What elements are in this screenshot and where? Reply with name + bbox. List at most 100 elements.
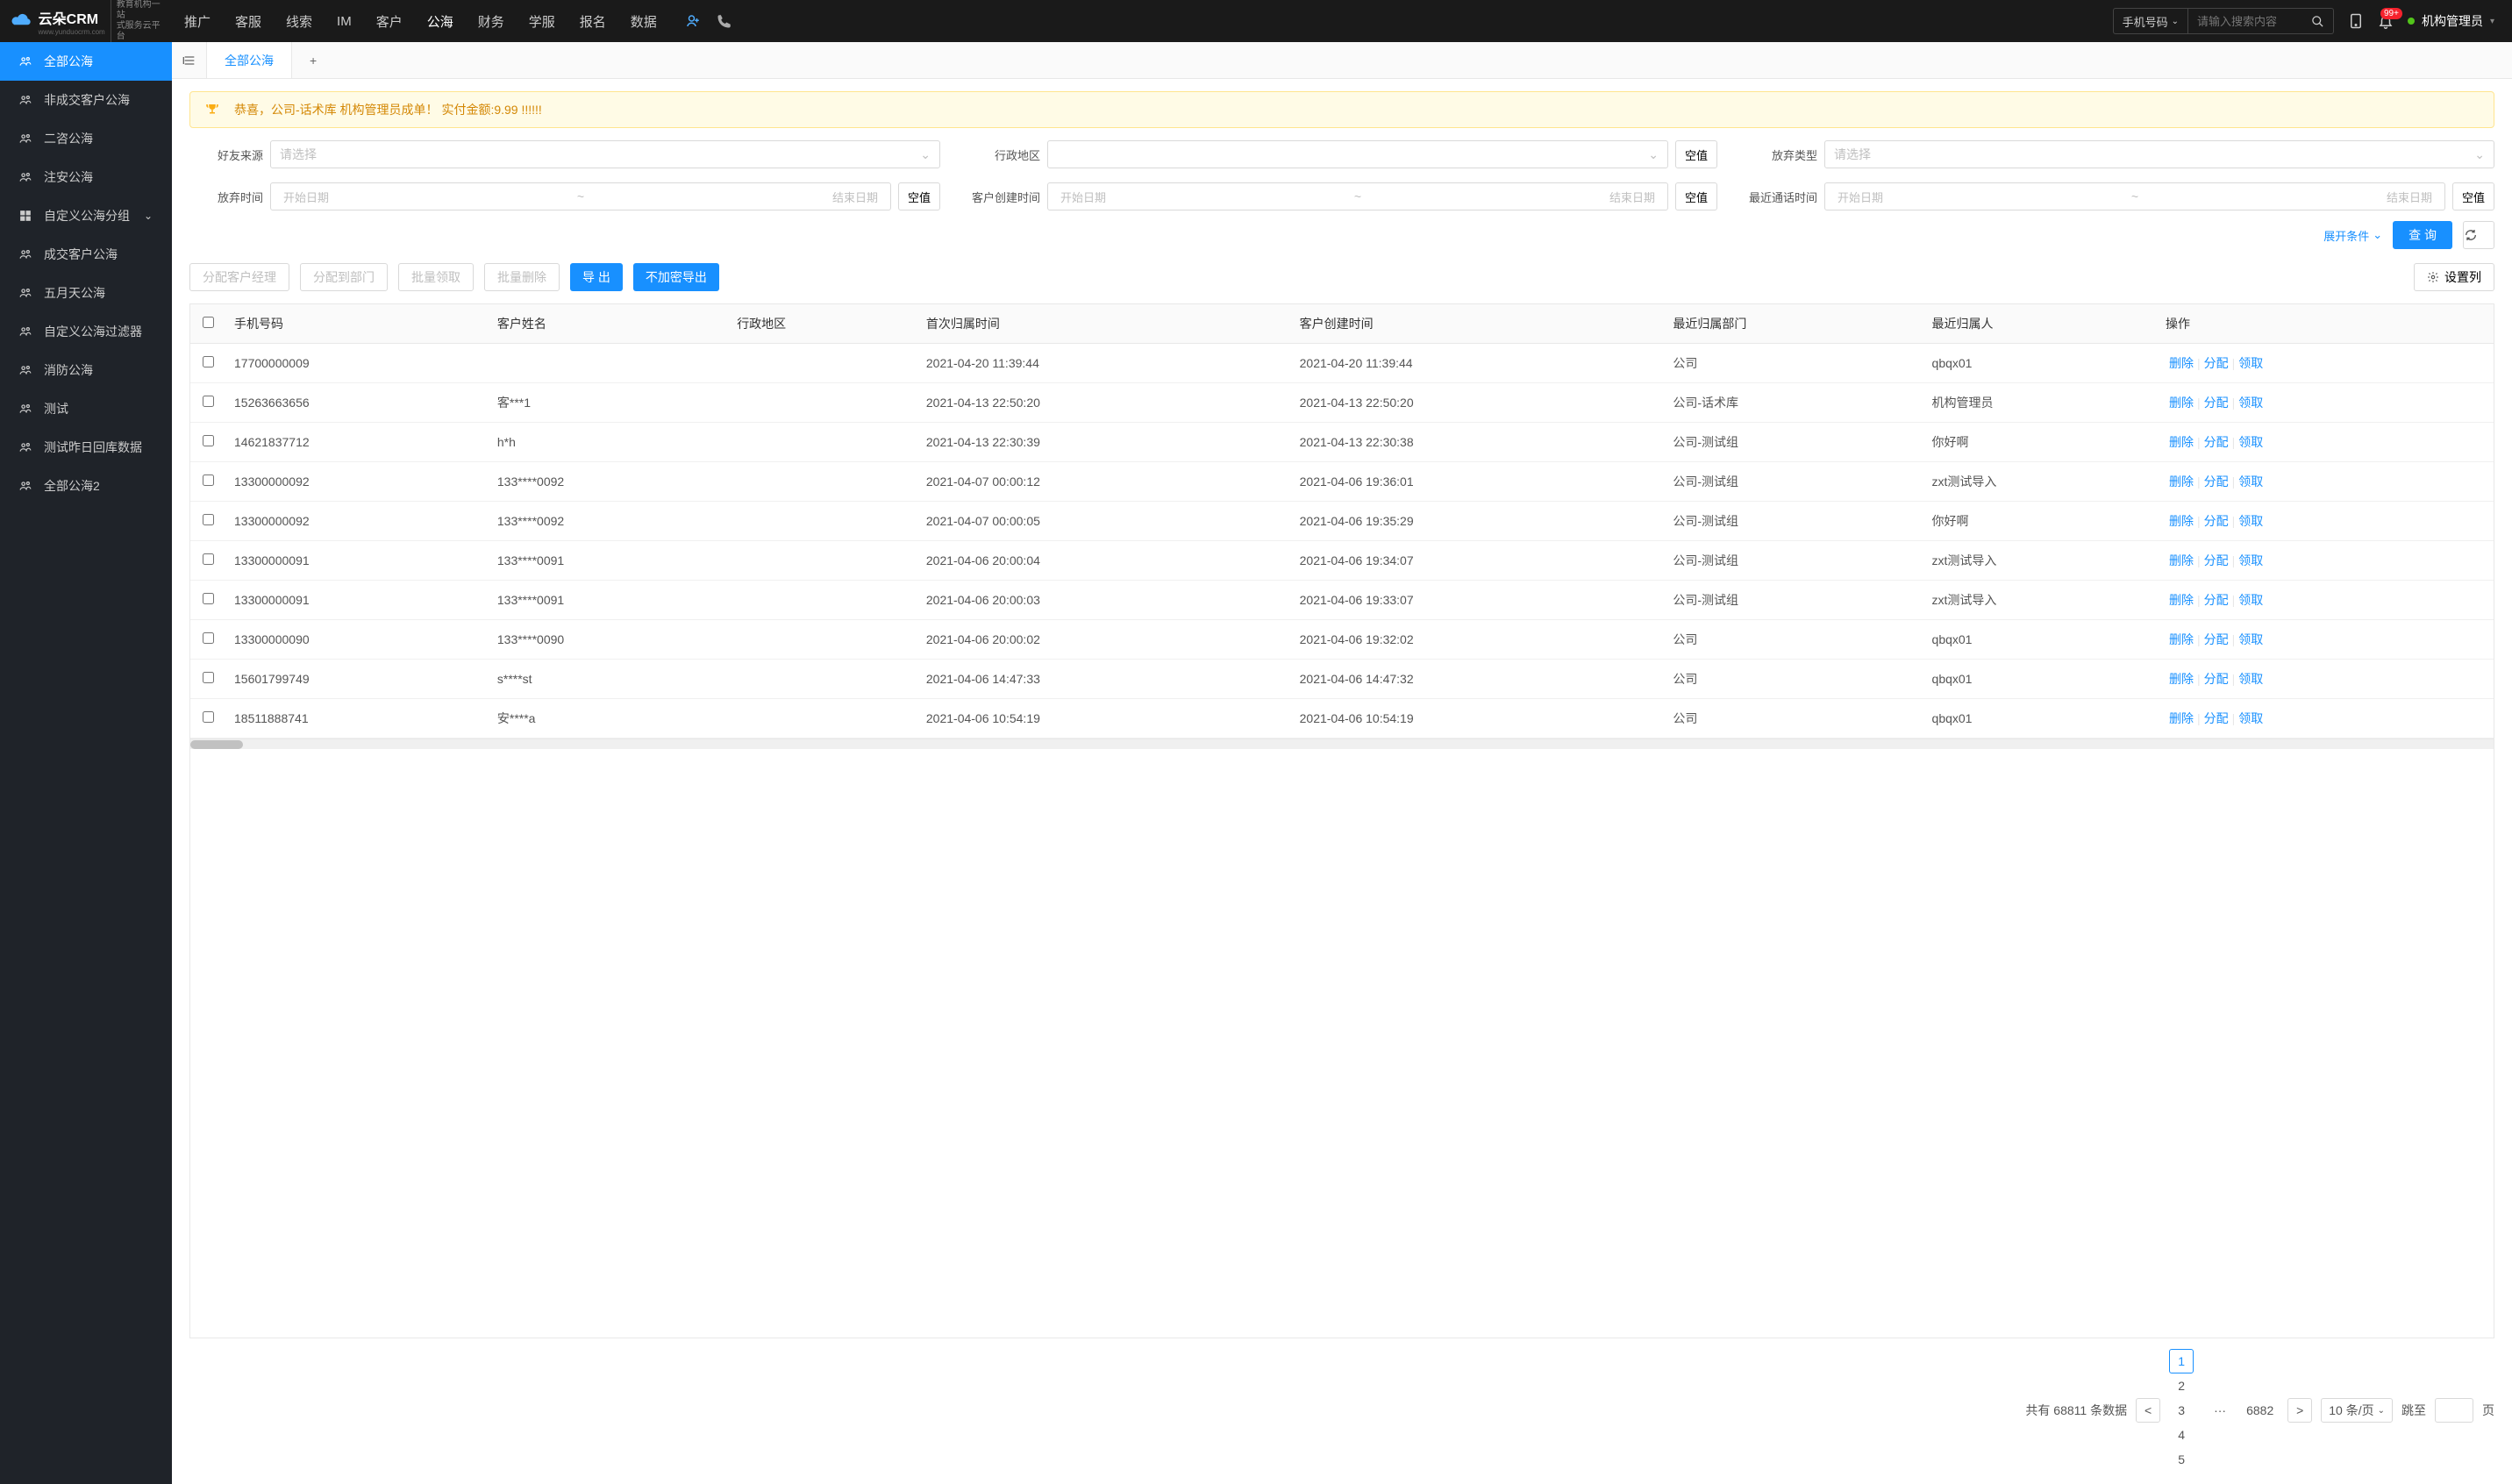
sidebar-item-11[interactable]: 全部公海2 xyxy=(0,467,172,505)
batch-delete-button[interactable]: 批量删除 xyxy=(484,263,560,291)
op-claim[interactable]: 领取 xyxy=(2235,672,2266,686)
export-button[interactable]: 导 出 xyxy=(570,263,623,291)
op-assign[interactable]: 分配 xyxy=(2201,593,2232,607)
nav-item-2[interactable]: 线索 xyxy=(274,0,325,42)
tab-add-button[interactable]: + xyxy=(292,54,334,68)
set-columns-button[interactable]: 设置列 xyxy=(2414,263,2494,291)
export-plain-button[interactable]: 不加密导出 xyxy=(633,263,719,291)
abandon-type-select[interactable]: 请选择⌄ xyxy=(1824,140,2494,168)
tablet-icon[interactable] xyxy=(2348,13,2364,29)
op-delete[interactable]: 删除 xyxy=(2166,553,2197,567)
nav-item-1[interactable]: 客服 xyxy=(223,0,274,42)
last-call-null-button[interactable]: 空值 xyxy=(2452,182,2494,210)
sidebar-item-1[interactable]: 非成交客户公海 xyxy=(0,81,172,119)
source-select[interactable]: 请选择⌄ xyxy=(270,140,940,168)
phone-icon[interactable] xyxy=(717,13,732,29)
nav-item-3[interactable]: IM xyxy=(325,0,364,42)
page-jump-input[interactable] xyxy=(2435,1398,2473,1423)
page-number[interactable]: 2 xyxy=(2169,1373,2194,1398)
op-assign[interactable]: 分配 xyxy=(2201,474,2232,489)
sidebar-item-9[interactable]: 测试 xyxy=(0,389,172,428)
search-input[interactable] xyxy=(2188,15,2302,28)
op-assign[interactable]: 分配 xyxy=(2201,711,2232,725)
op-claim[interactable]: 领取 xyxy=(2235,396,2266,410)
tab-active[interactable]: 全部公海 xyxy=(207,42,292,78)
sidebar-item-2[interactable]: 二咨公海 xyxy=(0,119,172,158)
sidebar-item-5[interactable]: 成交客户公海 xyxy=(0,235,172,274)
page-number[interactable]: 4 xyxy=(2169,1423,2194,1447)
page-size-select[interactable]: 10 条/页⌄ xyxy=(2321,1398,2393,1423)
abandon-time-range[interactable]: 开始日期~结束日期 xyxy=(270,182,891,210)
nav-item-8[interactable]: 报名 xyxy=(567,0,618,42)
page-number[interactable]: 3 xyxy=(2169,1398,2194,1423)
abandon-time-null-button[interactable]: 空值 xyxy=(898,182,940,210)
sidebar-item-6[interactable]: 五月天公海 xyxy=(0,274,172,312)
op-delete[interactable]: 删除 xyxy=(2166,356,2197,370)
create-time-range[interactable]: 开始日期~结束日期 xyxy=(1047,182,1668,210)
op-assign[interactable]: 分配 xyxy=(2201,396,2232,410)
refresh-button[interactable] xyxy=(2463,221,2494,249)
region-select[interactable]: ⌄ xyxy=(1047,140,1668,168)
page-number[interactable]: 1 xyxy=(2169,1349,2194,1373)
op-assign[interactable]: 分配 xyxy=(2201,435,2232,449)
op-claim[interactable]: 领取 xyxy=(2235,593,2266,607)
bell-icon[interactable]: 99+ xyxy=(2378,13,2394,29)
sidebar-item-3[interactable]: 注安公海 xyxy=(0,158,172,196)
horizontal-scrollbar[interactable] xyxy=(190,738,2494,749)
op-delete[interactable]: 删除 xyxy=(2166,514,2197,528)
user-menu[interactable]: 机构管理员 ▾ xyxy=(2408,12,2494,30)
region-null-button[interactable]: 空值 xyxy=(1675,140,1717,168)
page-last[interactable]: 6882 xyxy=(2241,1398,2279,1423)
op-delete[interactable]: 删除 xyxy=(2166,632,2197,646)
nav-item-6[interactable]: 财务 xyxy=(466,0,517,42)
page-ellipsis[interactable]: ··· xyxy=(2208,1398,2232,1423)
op-delete[interactable]: 删除 xyxy=(2166,435,2197,449)
last-call-range[interactable]: 开始日期~结束日期 xyxy=(1824,182,2445,210)
op-delete[interactable]: 删除 xyxy=(2166,474,2197,489)
search-icon[interactable] xyxy=(2302,15,2333,28)
search-type-select[interactable]: 手机号码 ⌄ xyxy=(2114,9,2188,33)
sidebar-item-10[interactable]: 测试昨日回库数据 xyxy=(0,428,172,467)
page-next[interactable]: > xyxy=(2287,1398,2312,1423)
page-number[interactable]: 5 xyxy=(2169,1447,2194,1472)
op-claim[interactable]: 领取 xyxy=(2235,711,2266,725)
user-add-icon[interactable] xyxy=(685,13,701,29)
row-checkbox[interactable] xyxy=(203,435,214,446)
tab-collapse-icon[interactable] xyxy=(172,42,207,78)
op-assign[interactable]: 分配 xyxy=(2201,672,2232,686)
row-checkbox[interactable] xyxy=(203,593,214,604)
row-checkbox[interactable] xyxy=(203,514,214,525)
sidebar-item-0[interactable]: 全部公海 xyxy=(0,42,172,81)
page-prev[interactable]: < xyxy=(2136,1398,2160,1423)
op-claim[interactable]: 领取 xyxy=(2235,474,2266,489)
assign-dept-button[interactable]: 分配到部门 xyxy=(300,263,388,291)
create-time-null-button[interactable]: 空值 xyxy=(1675,182,1717,210)
nav-item-5[interactable]: 公海 xyxy=(415,0,466,42)
nav-item-0[interactable]: 推广 xyxy=(172,0,223,42)
row-checkbox[interactable] xyxy=(203,356,214,367)
op-delete[interactable]: 删除 xyxy=(2166,672,2197,686)
query-button[interactable]: 查 询 xyxy=(2393,221,2452,249)
row-checkbox[interactable] xyxy=(203,632,214,644)
op-claim[interactable]: 领取 xyxy=(2235,514,2266,528)
op-claim[interactable]: 领取 xyxy=(2235,553,2266,567)
sidebar-item-8[interactable]: 消防公海 xyxy=(0,351,172,389)
op-claim[interactable]: 领取 xyxy=(2235,356,2266,370)
op-delete[interactable]: 删除 xyxy=(2166,711,2197,725)
nav-item-7[interactable]: 学服 xyxy=(517,0,567,42)
nav-item-9[interactable]: 数据 xyxy=(618,0,669,42)
expand-filters-link[interactable]: 展开条件⌄ xyxy=(2323,227,2382,244)
nav-item-4[interactable]: 客户 xyxy=(364,0,415,42)
row-checkbox[interactable] xyxy=(203,553,214,565)
op-claim[interactable]: 领取 xyxy=(2235,632,2266,646)
sidebar-item-7[interactable]: 自定义公海过滤器 xyxy=(0,312,172,351)
row-checkbox[interactable] xyxy=(203,474,214,486)
row-checkbox[interactable] xyxy=(203,396,214,407)
row-checkbox[interactable] xyxy=(203,672,214,683)
op-assign[interactable]: 分配 xyxy=(2201,553,2232,567)
op-assign[interactable]: 分配 xyxy=(2201,356,2232,370)
op-assign[interactable]: 分配 xyxy=(2201,632,2232,646)
op-claim[interactable]: 领取 xyxy=(2235,435,2266,449)
select-all-checkbox[interactable] xyxy=(203,317,214,328)
batch-claim-button[interactable]: 批量领取 xyxy=(398,263,474,291)
